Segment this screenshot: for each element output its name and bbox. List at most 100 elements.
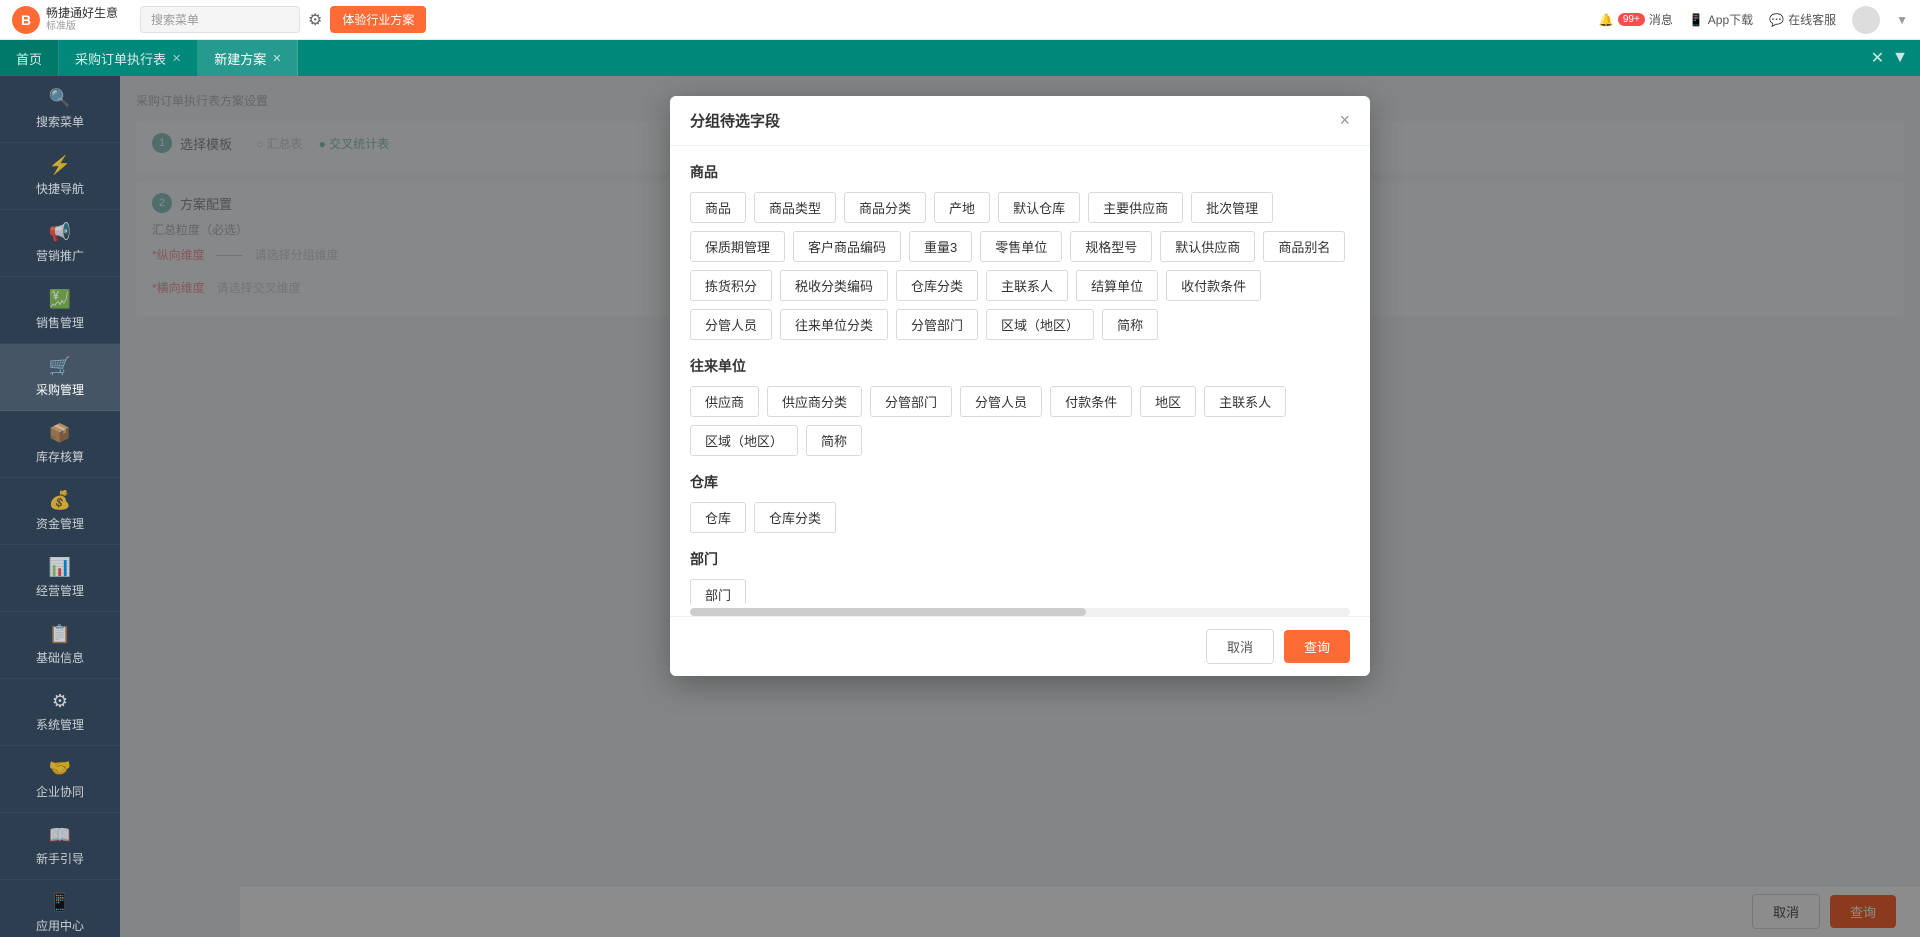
field-tag-partner-supplier-cat[interactable]: 供应商分类 [767, 386, 862, 417]
download-icon: 📱 [1689, 13, 1704, 27]
field-tag-goods-abbr[interactable]: 简称 [1102, 309, 1158, 340]
tab-purchase-list[interactable]: 采购订单执行表 ✕ [59, 40, 198, 76]
user-avatar[interactable] [1852, 6, 1880, 34]
purchase-icon: 🛒 [49, 356, 71, 377]
field-group-partner-title: 往来单位 [690, 356, 1350, 376]
inventory-icon: 📦 [49, 423, 71, 444]
field-tag-partner-contact[interactable]: 主联系人 [1204, 386, 1286, 417]
field-tag-dept-dept[interactable]: 部门 [690, 579, 746, 604]
sidebar-item-sales[interactable]: 💹 销售管理 [0, 277, 120, 344]
horizontal-scrollbar-track[interactable] [690, 608, 1350, 616]
tab-bar-close[interactable]: ✕ [1871, 48, 1884, 68]
modal-scrollbar-area [670, 604, 1370, 616]
sidebar-item-search[interactable]: 🔍 搜索菜单 [0, 76, 120, 143]
system-icon: ⚙ [52, 691, 68, 712]
tab-new-plan-close[interactable]: ✕ [272, 52, 281, 65]
content-area: 采购订单执行表方案设置 1 选择模板 ○ 汇总表 ● 交叉统计表 2 方案配置 … [120, 76, 1920, 937]
horizontal-scrollbar-thumb[interactable] [690, 608, 1086, 616]
field-tag-goods-manager[interactable]: 分管人员 [690, 309, 772, 340]
field-tag-goods-supplier[interactable]: 主要供应商 [1088, 192, 1183, 223]
field-tag-goods-retail-unit[interactable]: 零售单位 [980, 231, 1062, 262]
notification-badge: 99+ [1618, 13, 1645, 26]
guide-icon: 📖 [49, 825, 71, 846]
trial-button[interactable]: 体验行业方案 [330, 6, 426, 33]
quick-nav-icon: ⚡ [49, 155, 71, 176]
field-group-department-title: 部门 [690, 549, 1350, 569]
logo-text: 畅捷通好生意 标准版 [46, 6, 118, 32]
field-group-goods: 商品 商品 商品类型 商品分类 产地 默认仓库 主要供应商 批次管理 保质期管理… [690, 162, 1350, 340]
user-menu-arrow[interactable]: ▼ [1896, 13, 1908, 27]
top-header: B 畅捷通好生意 标准版 搜索菜单 ⚙ 体验行业方案 🔔 99+ 消息 📱 Ap… [0, 0, 1920, 40]
tab-home[interactable]: 首页 [0, 40, 59, 76]
logo-area: B 畅捷通好生意 标准版 [12, 6, 132, 34]
field-group-goods-title: 商品 [690, 162, 1350, 182]
field-tag-goods-settle-unit[interactable]: 结算单位 [1076, 270, 1158, 301]
field-tag-goods-custcode[interactable]: 客户商品编码 [793, 231, 901, 262]
field-tag-goods-tax[interactable]: 税收分类编码 [780, 270, 888, 301]
notification-area[interactable]: 🔔 99+ 消息 [1599, 11, 1673, 28]
modal-cancel-button[interactable]: 取消 [1206, 629, 1274, 664]
field-tag-goods-payment[interactable]: 收付款条件 [1166, 270, 1261, 301]
field-group-warehouse-title: 仓库 [690, 472, 1350, 492]
field-tag-warehouse-wh[interactable]: 仓库 [690, 502, 746, 533]
sidebar-item-operation[interactable]: 📊 经营管理 [0, 545, 120, 612]
tab-bar-actions: ✕ ▼ [1859, 48, 1920, 68]
field-tag-partner-abbr[interactable]: 简称 [806, 425, 862, 456]
modal-confirm-button[interactable]: 查询 [1284, 630, 1350, 663]
field-tag-partner-region[interactable]: 地区 [1140, 386, 1196, 417]
field-tag-goods-default-supplier[interactable]: 默认供应商 [1160, 231, 1255, 262]
online-service-link[interactable]: 💬 在线客服 [1769, 11, 1836, 28]
field-tag-goods-quality[interactable]: 保质期管理 [690, 231, 785, 262]
settings-icon[interactable]: ⚙ [308, 10, 322, 30]
enterprise-icon: 🤝 [49, 758, 71, 779]
field-group-partner: 往来单位 供应商 供应商分类 分管部门 分管人员 付款条件 地区 主联系人 区域… [690, 356, 1350, 456]
field-tag-partner-supplier[interactable]: 供应商 [690, 386, 759, 417]
field-tag-partner-dept[interactable]: 分管部门 [870, 386, 952, 417]
sidebar-item-app-center[interactable]: 📱 应用中心 [0, 880, 120, 937]
field-tag-goods-contact[interactable]: 主联系人 [986, 270, 1068, 301]
field-tag-goods-weight[interactable]: 重量3 [909, 231, 972, 262]
modal-header: 分组待选字段 × [670, 96, 1370, 146]
field-tag-goods-warehouse[interactable]: 默认仓库 [998, 192, 1080, 223]
field-tag-warehouse-cat[interactable]: 仓库分类 [754, 502, 836, 533]
field-tag-goods-dept[interactable]: 分管部门 [896, 309, 978, 340]
field-tag-goods-spec[interactable]: 规格型号 [1070, 231, 1152, 262]
tab-new-plan[interactable]: 新建方案 ✕ [198, 40, 298, 76]
field-tag-goods-partner-category[interactable]: 往来单位分类 [780, 309, 888, 340]
header-right: 🔔 99+ 消息 📱 App下载 💬 在线客服 ▼ [1599, 6, 1908, 34]
field-tag-goods-origin[interactable]: 产地 [934, 192, 990, 223]
field-tag-goods-type[interactable]: 商品类型 [754, 192, 836, 223]
field-tags-warehouse: 仓库 仓库分类 [690, 502, 1350, 533]
nav-tabs: 首页 采购订单执行表 ✕ 新建方案 ✕ ✕ ▼ [0, 40, 1920, 76]
basic-icon: 📋 [49, 624, 71, 645]
tab-bar-menu[interactable]: ▼ [1892, 49, 1908, 67]
field-group-department: 部门 部门 [690, 549, 1350, 604]
modal-overlay: 分组待选字段 × 商品 商品 商品类型 商品分类 产地 默认仓库 主要供应商 [120, 76, 1920, 937]
logo-icon: B [12, 6, 40, 34]
field-tag-goods-points[interactable]: 拣货积分 [690, 270, 772, 301]
sidebar-item-quick-nav[interactable]: ⚡ 快捷导航 [0, 143, 120, 210]
field-tag-goods-batch[interactable]: 批次管理 [1191, 192, 1273, 223]
sidebar-item-purchase[interactable]: 🛒 采购管理 [0, 344, 120, 411]
search-bar-display: 搜索菜单 [140, 6, 300, 33]
field-tag-goods-region[interactable]: 区域（地区） [986, 309, 1094, 340]
field-tag-partner-area[interactable]: 区域（地区） [690, 425, 798, 456]
app-download-link[interactable]: 📱 App下载 [1689, 11, 1753, 28]
field-tag-partner-payment[interactable]: 付款条件 [1050, 386, 1132, 417]
field-tag-goods-category[interactable]: 商品分类 [844, 192, 926, 223]
field-tag-goods-alias[interactable]: 商品别名 [1263, 231, 1345, 262]
sidebar-item-marketing[interactable]: 📢 营销推广 [0, 210, 120, 277]
modal-close-button[interactable]: × [1339, 110, 1350, 131]
tab-purchase-list-close[interactable]: ✕ [172, 52, 181, 65]
field-tag-partner-manager[interactable]: 分管人员 [960, 386, 1042, 417]
sidebar-item-guide[interactable]: 📖 新手引导 [0, 813, 120, 880]
sidebar-item-basic[interactable]: 📋 基础信息 [0, 612, 120, 679]
field-tag-goods-wh-category[interactable]: 仓库分类 [896, 270, 978, 301]
sidebar-item-inventory[interactable]: 📦 库存核算 [0, 411, 120, 478]
sidebar: 🔍 搜索菜单 ⚡ 快捷导航 📢 营销推广 💹 销售管理 🛒 采购管理 📦 库存核… [0, 76, 120, 937]
sidebar-item-system[interactable]: ⚙ 系统管理 [0, 679, 120, 746]
sidebar-item-finance[interactable]: 💰 资金管理 [0, 478, 120, 545]
operation-icon: 📊 [49, 557, 71, 578]
field-tag-goods-goods[interactable]: 商品 [690, 192, 746, 223]
sidebar-item-enterprise[interactable]: 🤝 企业协同 [0, 746, 120, 813]
